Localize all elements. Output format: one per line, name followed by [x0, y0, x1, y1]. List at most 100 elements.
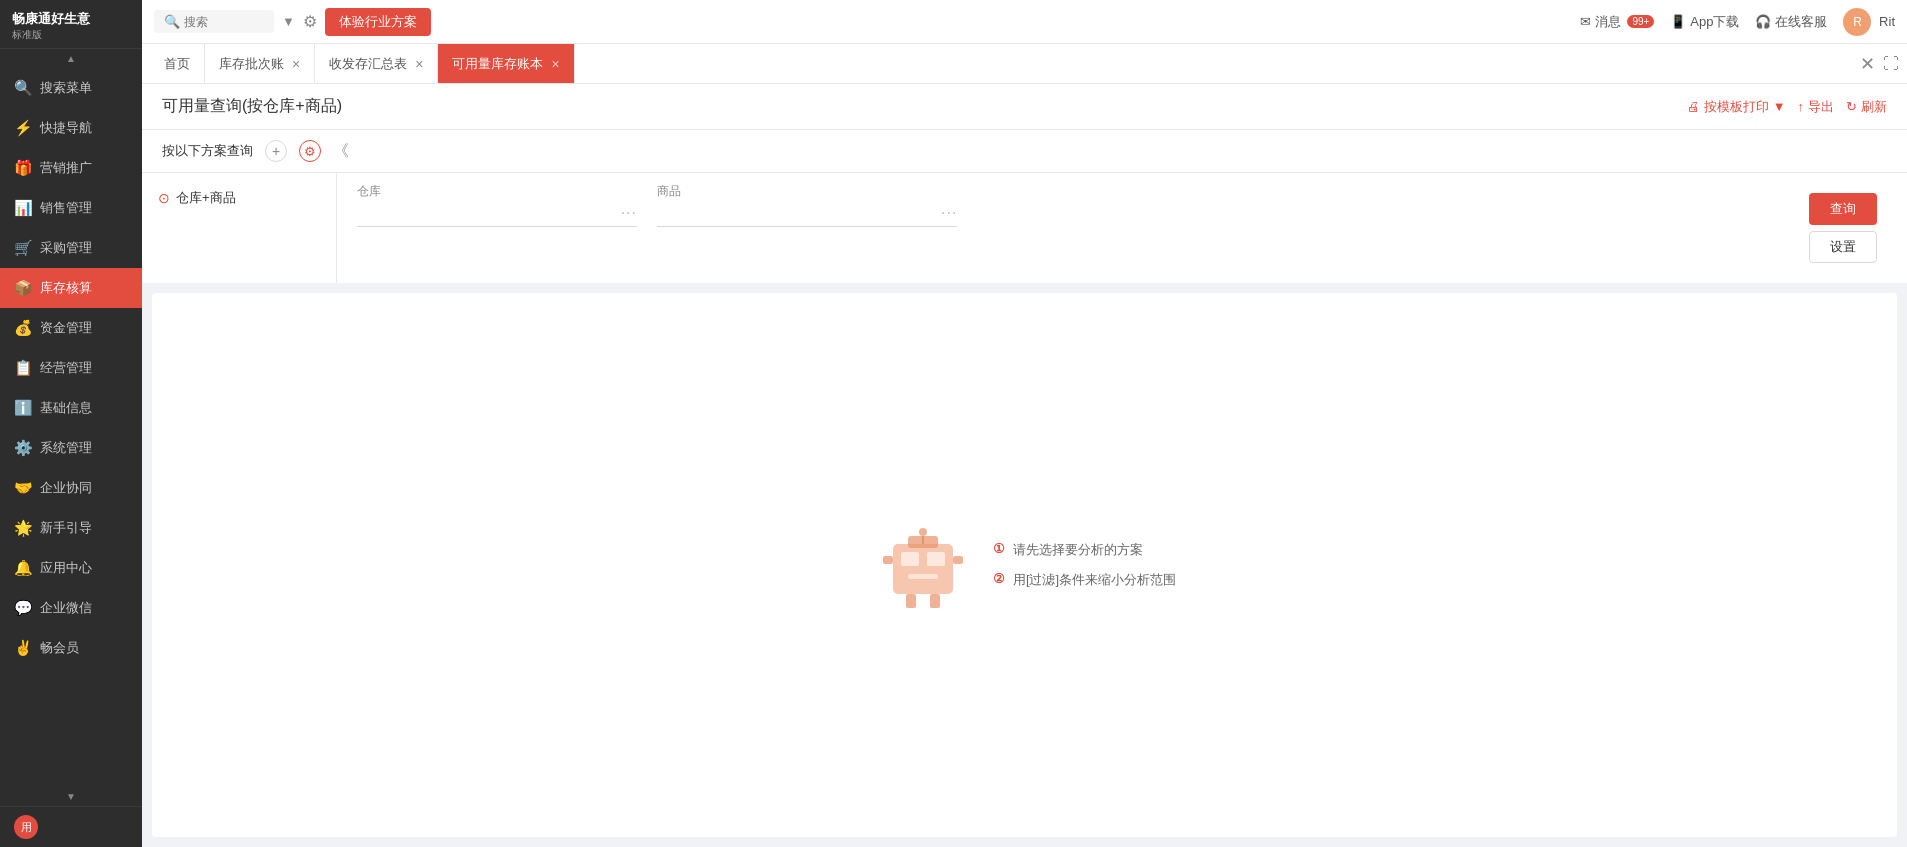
gear-icon[interactable]: ⚙ [303, 12, 317, 31]
svg-rect-2 [927, 552, 945, 566]
enterprise-icon: 🤝 [14, 479, 32, 497]
sidebar-item-label: 企业协同 [40, 479, 92, 497]
maximize-icon[interactable]: ⛶ [1883, 55, 1899, 73]
membership-icon: ✌️ [14, 639, 32, 657]
filter-label: 按以下方案查询 [162, 142, 253, 160]
settings-btn[interactable]: 设置 [1809, 231, 1877, 263]
industry-btn[interactable]: 体验行业方案 [325, 8, 431, 36]
tab-available-label: 可用量库存账本 [452, 55, 543, 73]
topbar-search[interactable]: 🔍 [154, 10, 274, 33]
svg-rect-4 [883, 556, 893, 564]
filter-form: 仓库 ··· 商品 ··· 查询 设置 [337, 173, 1907, 283]
collapse-scheme-btn[interactable]: 《 [333, 141, 349, 162]
close-icon[interactable]: × [292, 56, 300, 72]
topbar-right: ✉ 消息 99+ 📱 App下载 🎧 在线客服 R Rit [1580, 8, 1895, 36]
sidebar-item-inventory[interactable]: 📦 库存核算 [0, 268, 142, 308]
scheme-item-warehouse-product[interactable]: ⊙ 仓库+商品 [142, 181, 336, 215]
message-btn[interactable]: ✉ 消息 99+ [1580, 13, 1654, 31]
empty-tip2: ② 用[过滤]条件来缩小分析范围 [993, 571, 1176, 589]
close-icon[interactable]: × [415, 56, 423, 72]
tab-home-label: 首页 [164, 55, 190, 73]
svg-rect-0 [893, 544, 953, 594]
message-badge: 99+ [1627, 15, 1654, 28]
search-input[interactable] [184, 15, 264, 29]
sales-icon: 📊 [14, 199, 32, 217]
tabs-bar: 首页 库存批次账 × 收发存汇总表 × 可用量库存账本 × ✕ ⛶ [142, 44, 1907, 84]
inventory-icon: 📦 [14, 279, 32, 297]
print-btn[interactable]: 🖨 按模板打印 ▼ [1687, 98, 1786, 116]
tab-home[interactable]: 首页 [150, 44, 205, 83]
main-area: 🔍 ▼ ⚙ 体验行业方案 ✉ 消息 99+ 📱 App下载 🎧 在线客服 R R… [142, 0, 1907, 847]
sidebar-scroll-area: 🔍 搜索菜单 ⚡ 快捷导航 🎁 营销推广 📊 销售管理 🛒 采购管理 📦 库存核… [0, 68, 142, 787]
sidebar-item-enterprise[interactable]: 🤝 企业协同 [0, 468, 142, 508]
sidebar-item-label: 库存核算 [40, 279, 92, 297]
query-btn[interactable]: 查询 [1809, 193, 1877, 225]
tab-summary-label: 收发存汇总表 [329, 55, 407, 73]
dropdown-arrow-icon[interactable]: ▼ [1773, 99, 1786, 114]
add-scheme-btn[interactable]: + [265, 140, 287, 162]
sidebar-item-system[interactable]: ⚙️ 系统管理 [0, 428, 142, 468]
finance-icon: 💰 [14, 319, 32, 337]
sidebar-item-purchase[interactable]: 🛒 采购管理 [0, 228, 142, 268]
scheme-list: ⊙ 仓库+商品 [142, 173, 337, 283]
tab-batch-account[interactable]: 库存批次账 × [205, 44, 315, 83]
sidebar-item-membership[interactable]: ✌️ 畅会员 [0, 628, 142, 668]
scroll-up-arrow[interactable]: ▲ [0, 49, 142, 68]
sidebar-item-label: 销售管理 [40, 199, 92, 217]
sidebar-item-label: 基础信息 [40, 399, 92, 417]
sidebar-item-sales[interactable]: 📊 销售管理 [0, 188, 142, 228]
page-title: 可用量查询(按仓库+商品) [162, 96, 342, 117]
empty-state: ① 请先选择要分析的方案 ② 用[过滤]条件来缩小分析范围 [152, 293, 1897, 837]
close-icon[interactable]: × [551, 56, 559, 72]
app-download-btn[interactable]: 📱 App下载 [1670, 13, 1739, 31]
product-label: 商品 [657, 183, 957, 200]
sidebar-item-finance[interactable]: 💰 资金管理 [0, 308, 142, 348]
sidebar-item-label: 营销推广 [40, 159, 92, 177]
sidebar-item-operations[interactable]: 📋 经营管理 [0, 348, 142, 388]
basic-info-icon: ℹ️ [14, 399, 32, 417]
tab-available-stock[interactable]: 可用量库存账本 × [438, 44, 574, 83]
scheme-icon: ⊙ [158, 190, 170, 206]
scheme-settings-btn[interactable]: ⚙ [299, 140, 321, 162]
scheme-item-label: 仓库+商品 [176, 189, 236, 207]
tabs-right: ✕ ⛶ [1860, 53, 1907, 75]
sidebar-item-guide[interactable]: 🌟 新手引导 [0, 508, 142, 548]
close-tab-icon[interactable]: ✕ [1860, 53, 1875, 75]
scroll-down-arrow[interactable]: ▼ [0, 787, 142, 806]
warehouse-filter-field: 仓库 ··· [357, 183, 637, 227]
sidebar-item-appcenter[interactable]: 🔔 应用中心 [0, 548, 142, 588]
sidebar-item-wechat[interactable]: 💬 企业微信 [0, 588, 142, 628]
product-more-icon[interactable]: ··· [941, 204, 957, 222]
warehouse-more-icon[interactable]: ··· [621, 204, 637, 222]
filter-bar: 按以下方案查询 + ⚙ 《 [142, 130, 1907, 173]
user-info[interactable]: R Rit [1843, 8, 1895, 36]
svg-rect-5 [953, 556, 963, 564]
dropdown-arrow-icon[interactable]: ▼ [282, 14, 295, 29]
query-actions: 查询 设置 [1799, 183, 1887, 273]
sidebar-item-marketing[interactable]: 🎁 营销推广 [0, 148, 142, 188]
wechat-icon: 💬 [14, 599, 32, 617]
sidebar-item-basic-info[interactable]: ℹ️ 基础信息 [0, 388, 142, 428]
svg-rect-1 [901, 552, 919, 566]
warehouse-input-row: ··· [357, 204, 637, 227]
export-btn[interactable]: ↑ 导出 [1798, 98, 1835, 116]
svg-rect-3 [908, 574, 938, 579]
tab-summary[interactable]: 收发存汇总表 × [315, 44, 438, 83]
sidebar-bottom: 用 [0, 806, 142, 847]
refresh-btn[interactable]: ↻ 刷新 [1846, 98, 1887, 116]
product-input[interactable] [657, 206, 937, 221]
mobile-icon: 📱 [1670, 14, 1686, 29]
sidebar-item-label: 应用中心 [40, 559, 92, 577]
export-icon: ↑ [1798, 99, 1805, 114]
svg-rect-9 [906, 594, 916, 608]
headset-icon: 🎧 [1755, 14, 1771, 29]
online-service-btn[interactable]: 🎧 在线客服 [1755, 13, 1827, 31]
user-avatar: R [1843, 8, 1871, 36]
appcenter-icon: 🔔 [14, 559, 32, 577]
content-header: 可用量查询(按仓库+商品) 🖨 按模板打印 ▼ ↑ 导出 ↻ 刷新 [142, 84, 1907, 130]
warehouse-input[interactable] [357, 206, 617, 221]
sidebar-item-search[interactable]: 🔍 搜索菜单 [0, 68, 142, 108]
empty-tip1: ① 请先选择要分析的方案 [993, 541, 1176, 559]
sidebar-item-quicknav[interactable]: ⚡ 快捷导航 [0, 108, 142, 148]
sidebar-item-label: 经营管理 [40, 359, 92, 377]
